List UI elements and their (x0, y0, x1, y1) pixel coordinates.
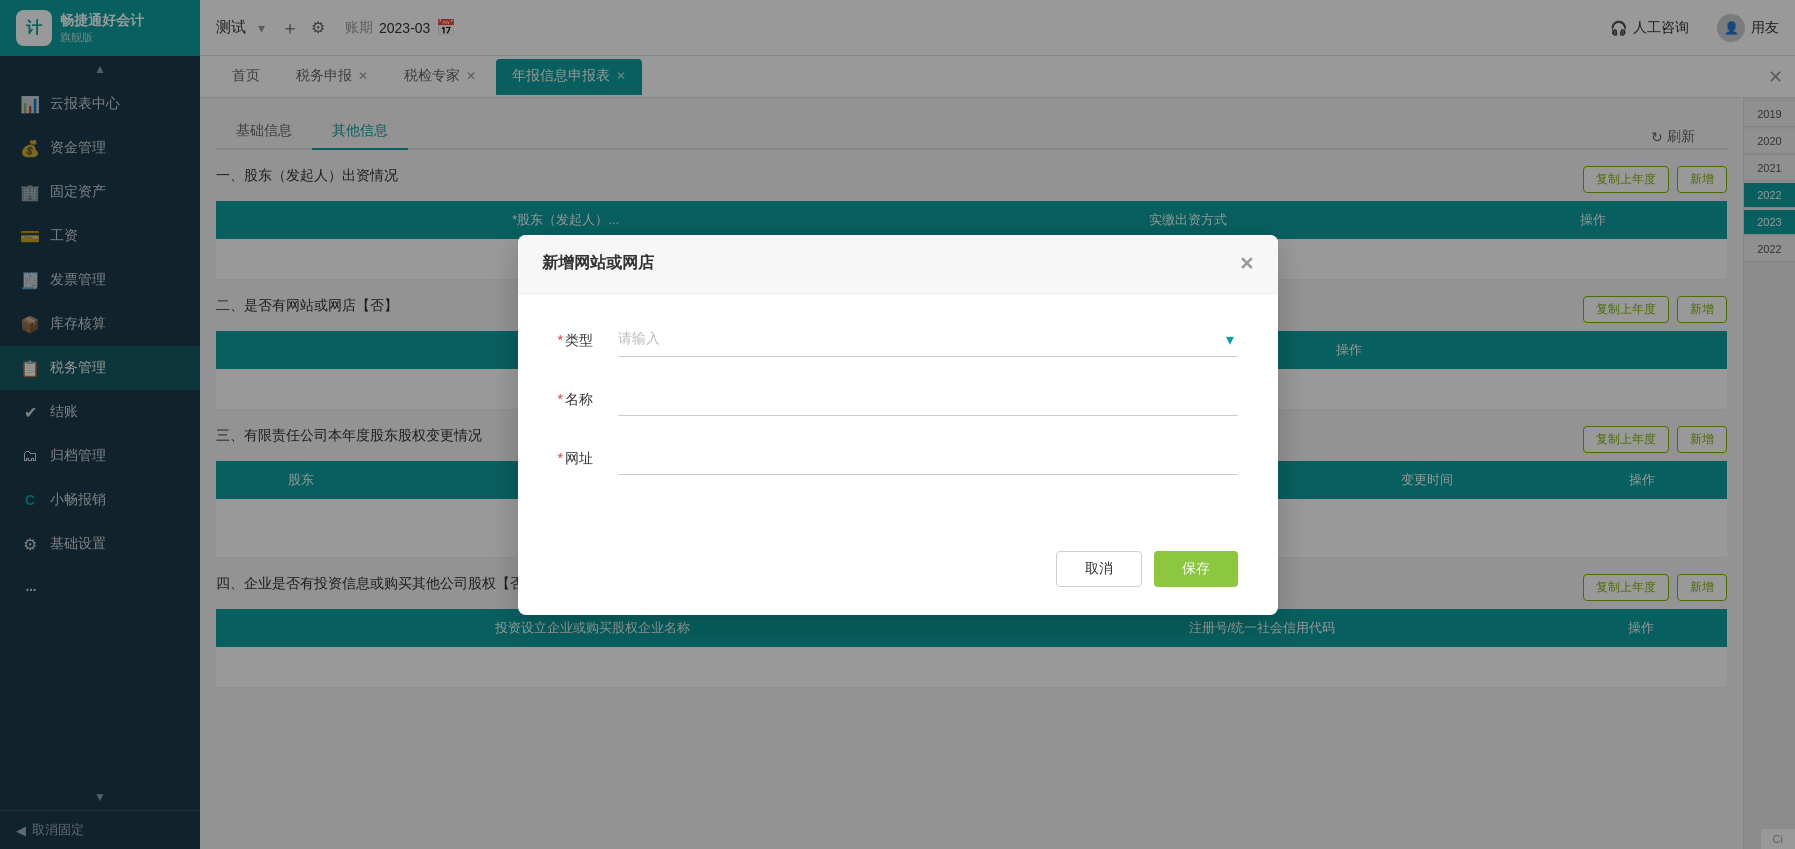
modal-footer: 取消 保存 (518, 535, 1278, 615)
modal-add-website: 新增网站或网店 ✕ *类型 ▾ *名称 (518, 235, 1278, 615)
dropdown-arrow-icon[interactable]: ▾ (1226, 330, 1234, 349)
modal-header: 新增网站或网店 ✕ (518, 235, 1278, 294)
field-type-input[interactable] (618, 326, 1238, 350)
field-type-label: *类型 (558, 332, 618, 350)
field-url-label: *网址 (558, 450, 618, 468)
form-row-url: *网址 (558, 444, 1238, 475)
modal-title: 新增网站或网店 (542, 253, 654, 274)
field-name-input-wrap (618, 385, 1238, 416)
cancel-button[interactable]: 取消 (1056, 551, 1142, 587)
modal-body: *类型 ▾ *名称 *网址 (518, 294, 1278, 535)
required-mark3: * (558, 450, 563, 466)
field-name-input[interactable] (618, 385, 1238, 409)
required-mark: * (558, 332, 563, 348)
field-type-input-wrap: ▾ (618, 326, 1238, 357)
modal-close-button[interactable]: ✕ (1239, 253, 1254, 275)
field-url-input-wrap (618, 444, 1238, 475)
form-row-type: *类型 ▾ (558, 326, 1238, 357)
form-row-name: *名称 (558, 385, 1238, 416)
required-mark2: * (558, 391, 563, 407)
save-button[interactable]: 保存 (1154, 551, 1238, 587)
field-name-label: *名称 (558, 391, 618, 409)
modal-overlay[interactable]: 新增网站或网店 ✕ *类型 ▾ *名称 (0, 0, 1795, 849)
field-url-input[interactable] (618, 444, 1238, 468)
